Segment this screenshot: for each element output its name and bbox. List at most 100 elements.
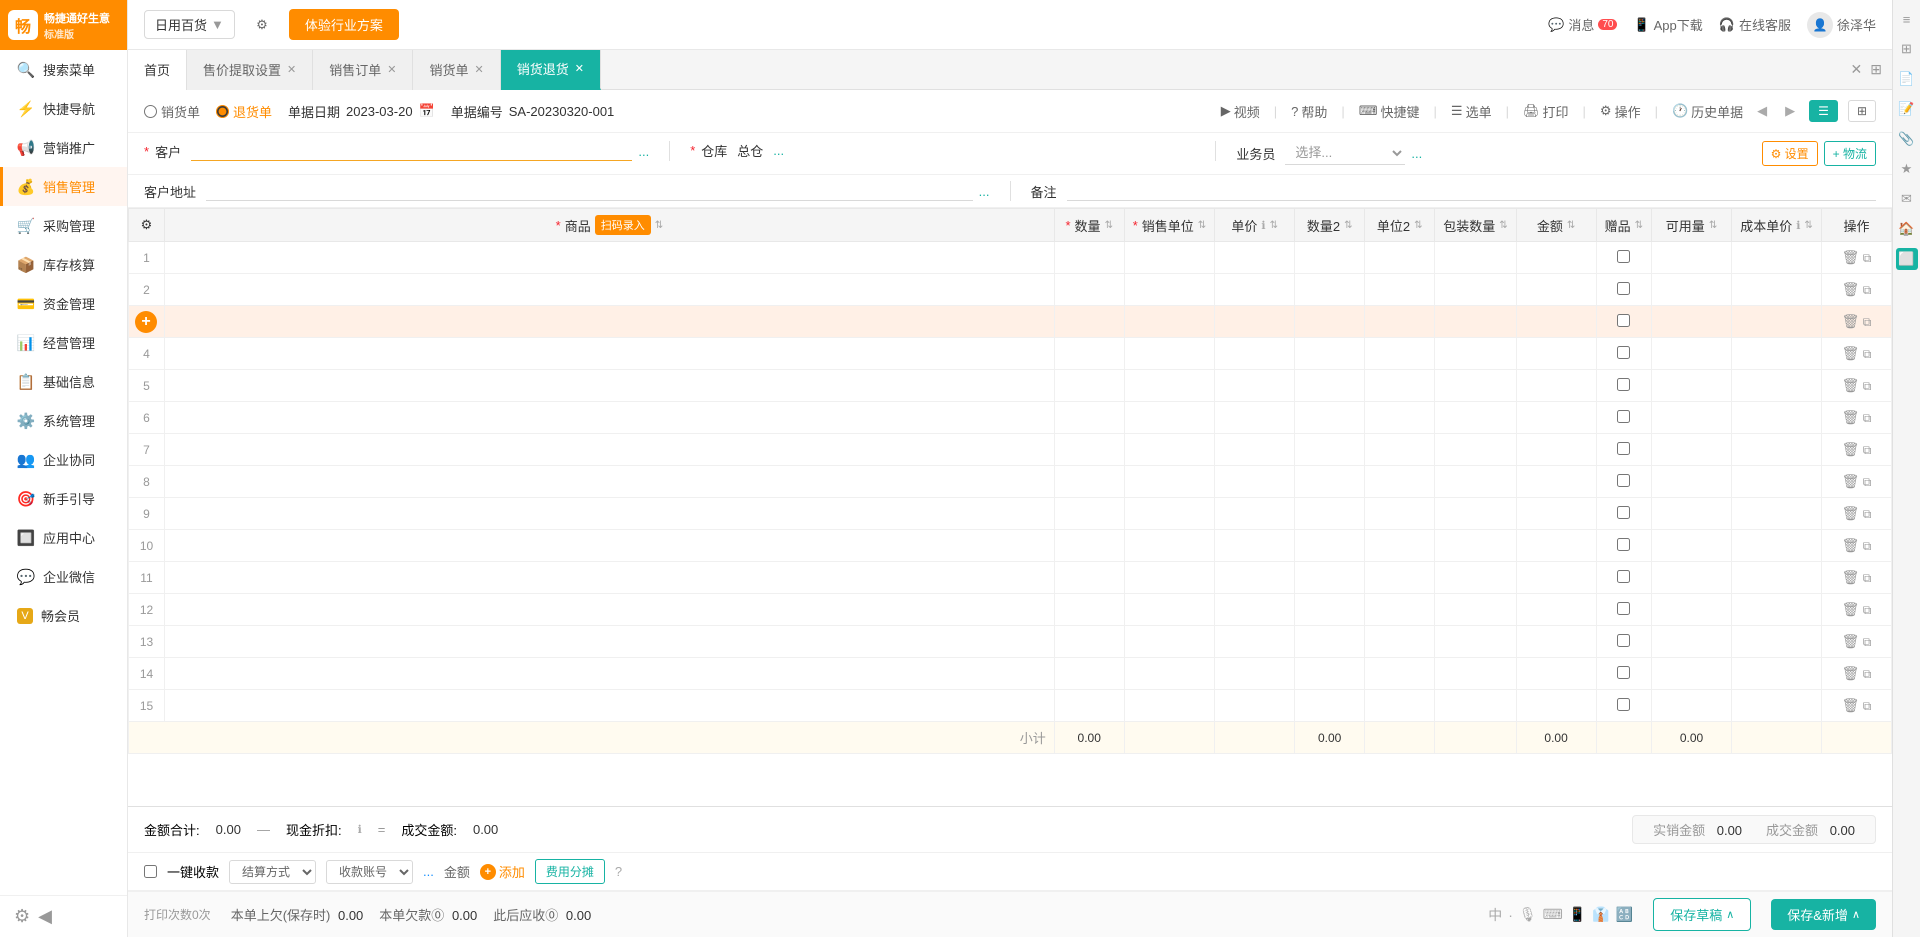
sidebar-item-inventory[interactable]: 📦 库存核算 [0,245,127,284]
tab-home[interactable]: 首页 [128,50,187,90]
right-panel-list-icon[interactable]: ≡ [1896,8,1918,30]
right-panel-star-icon[interactable]: ★ [1896,158,1918,180]
tab-expand-icon[interactable]: ⊞ [1870,61,1882,78]
warehouse-picker-btn[interactable]: ... [773,143,784,158]
address-input[interactable] [206,181,973,201]
gift-checkbox[interactable] [1617,602,1630,615]
tab-price-close[interactable]: ✕ [287,63,296,76]
right-panel-attach-icon[interactable]: 📎 [1896,128,1918,150]
row-copy-btn[interactable]: ⧉ [1863,475,1872,489]
row-delete-btn[interactable]: 🗑 [1842,249,1860,265]
add-logistics-button[interactable]: + 物流 [1824,141,1876,166]
tab-return[interactable]: 销货退货 ✕ [501,50,601,90]
row-delete-btn[interactable]: 🗑 [1842,665,1860,681]
row-copy-btn[interactable]: ⧉ [1863,411,1872,425]
gear-icon[interactable]: ⚙ [141,217,153,232]
row-copy-btn[interactable]: ⧉ [1863,443,1872,457]
user-profile-btn[interactable]: 👤 徐泽华 [1807,12,1876,38]
sidebar-item-sales[interactable]: 💰 销售管理 [0,167,127,206]
add-payment-btn[interactable]: + 添加 [480,862,525,881]
sidebar-item-marketing[interactable]: 📢 营销推广 [0,128,127,167]
row-delete-btn[interactable]: 🗑 [1842,697,1860,713]
gift-checkbox[interactable] [1617,474,1630,487]
save-draft-btn[interactable]: 保存草稿 ∧ [1653,898,1751,931]
cash-discount-info[interactable]: ℹ [358,823,362,836]
category-selector[interactable]: 日用百货 ▼ [144,10,235,39]
tab-sales-close[interactable]: ✕ [475,63,484,76]
tab-close-all-icon[interactable]: ✕ [1851,61,1863,78]
customer-picker-btn[interactable]: ... [638,144,649,159]
row-delete-btn[interactable]: 🗑 [1842,281,1860,297]
sidebar-item-collab[interactable]: 👥 企业协同 [0,440,127,479]
scan-input-button[interactable]: 扫码录入 [595,215,651,235]
sidebar-item-appstore[interactable]: 🔲 应用中心 [0,518,127,557]
sidebar-item-operation[interactable]: 📊 经营管理 [0,323,127,362]
tab-price-settings[interactable]: 售价提取设置 ✕ [187,50,313,90]
select-link[interactable]: ☰ 选单 [1451,102,1492,121]
row-copy-btn[interactable]: ⧉ [1863,667,1872,681]
gift-checkbox[interactable] [1617,282,1630,295]
row-delete-btn[interactable]: 🗑 [1842,569,1860,585]
unit-price-info-icon[interactable]: ℹ [1261,219,1265,232]
row-delete-btn[interactable]: 🗑 [1842,505,1860,521]
sidebar-item-search[interactable]: 🔍 搜索菜单 [0,50,127,89]
sidebar-collapse-icon[interactable]: ◀ [38,906,52,927]
row-copy-btn[interactable]: ⧉ [1863,699,1872,713]
print-link[interactable]: 🖨 打印 [1523,102,1569,121]
row-copy-btn[interactable]: ⧉ [1863,283,1872,297]
type-sale-radio[interactable]: 销货单 [144,102,200,121]
customer-input[interactable] [191,141,632,161]
gift-checkbox[interactable] [1617,634,1630,647]
right-panel-doc-icon[interactable]: 📄 [1896,68,1918,90]
settlement-select[interactable]: 结算方式 [229,860,316,884]
gift-checkbox[interactable] [1617,570,1630,583]
row-copy-btn[interactable]: ⧉ [1863,635,1872,649]
tab-return-close[interactable]: ✕ [575,62,584,75]
gift-checkbox[interactable] [1617,506,1630,519]
sidebar-item-finance[interactable]: 💳 资金管理 [0,284,127,323]
row-delete-btn[interactable]: 🗑 [1842,537,1860,553]
sidebar-item-guide[interactable]: 🎯 新手引导 [0,479,127,518]
gift-checkbox[interactable] [1617,378,1630,391]
gift-checkbox[interactable] [1617,346,1630,359]
row-copy-btn[interactable]: ⧉ [1863,251,1872,265]
sidebar-item-wechat[interactable]: 💬 企业微信 [0,557,127,596]
product-input[interactable] [171,314,1048,329]
row-delete-btn[interactable]: 🗑 [1842,409,1860,425]
view-grid-btn[interactable]: ⊞ [1848,100,1876,122]
sidebar-item-purchase[interactable]: 🛒 采购管理 [0,206,127,245]
row-copy-btn[interactable]: ⧉ [1863,603,1872,617]
sidebar-settings-icon[interactable]: ⚙ [14,906,30,927]
row-copy-btn[interactable]: ⧉ [1863,315,1872,329]
message-btn[interactable]: 💬 消息 70 [1548,15,1617,34]
sidebar-item-system[interactable]: ⚙️ 系统管理 [0,401,127,440]
row-copy-btn[interactable]: ⧉ [1863,507,1872,521]
gift-checkbox[interactable] [1617,538,1630,551]
one-click-pay-checkbox[interactable] [144,865,157,878]
gift-checkbox[interactable] [1617,666,1630,679]
calendar-icon[interactable]: 📅 [419,103,435,119]
right-panel-mail-icon[interactable]: ✉ [1896,188,1918,210]
row-copy-btn[interactable]: ⧉ [1863,379,1872,393]
row-copy-btn[interactable]: ⧉ [1863,539,1872,553]
save-new-btn[interactable]: 保存&新增 ∧ [1771,899,1876,930]
gift-checkbox[interactable] [1617,698,1630,711]
settings-button[interactable]: ⚙ 设置 [1762,141,1818,166]
row-delete-btn[interactable]: 🗑 [1842,377,1860,393]
sidebar-item-basic[interactable]: 📋 基础信息 [0,362,127,401]
sidebar-item-quicknav[interactable]: ⚡ 快捷导航 [0,89,127,128]
row-delete-btn[interactable]: 🗑 [1842,345,1860,361]
row-delete-btn[interactable]: 🗑 [1842,633,1860,649]
gift-checkbox[interactable] [1617,442,1630,455]
gift-checkbox[interactable] [1617,410,1630,423]
tab-sales-order[interactable]: 销售订单 ✕ [313,50,413,90]
tab-sales[interactable]: 销货单 ✕ [413,50,500,90]
online-support-btn[interactable]: 🎧 在线客服 [1719,15,1791,34]
shortcut-link[interactable]: ⌨ 快捷键 [1359,102,1420,121]
address-picker-btn[interactable]: ... [979,184,990,199]
add-row-button[interactable]: + [135,311,157,333]
right-panel-active-icon[interactable]: ⬜ [1896,248,1918,270]
staff-select[interactable]: 选择... [1285,141,1405,165]
row-delete-btn[interactable]: 🗑 [1842,601,1860,617]
payment-help-icon[interactable]: ? [615,864,622,879]
